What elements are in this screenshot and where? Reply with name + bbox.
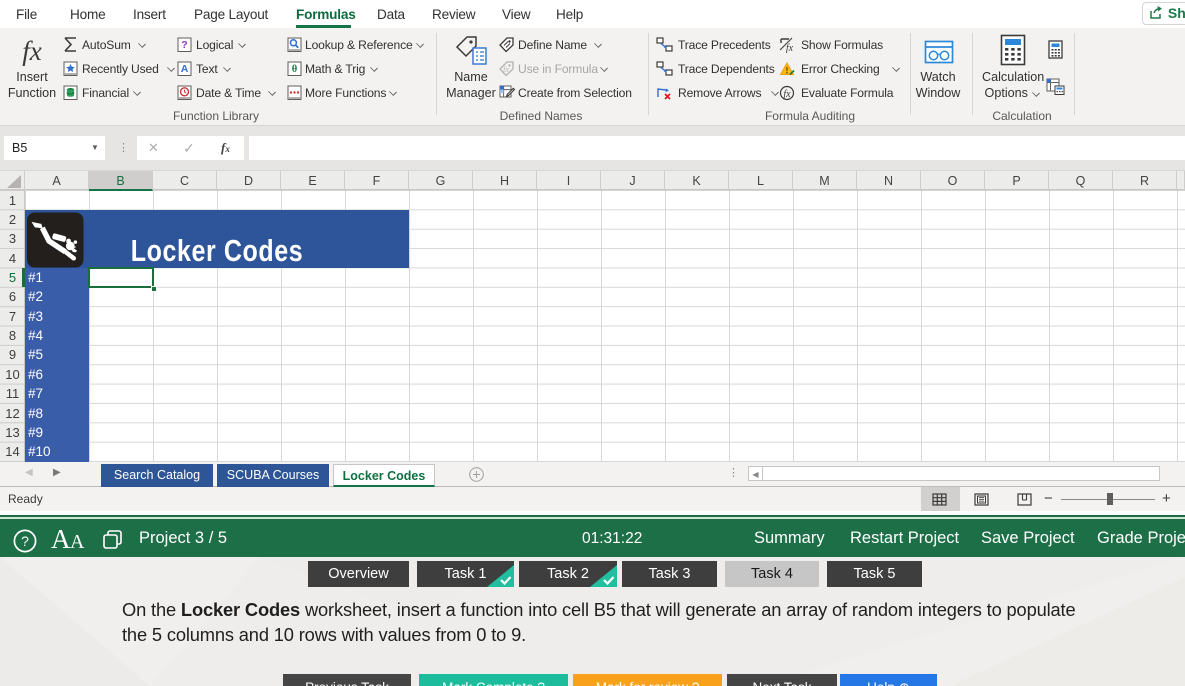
svg-text:A: A bbox=[181, 63, 189, 75]
svg-text:fx: fx bbox=[503, 65, 509, 74]
svg-text:fx: fx bbox=[786, 43, 794, 53]
svg-text:?: ? bbox=[21, 533, 29, 549]
svg-text:?: ? bbox=[181, 39, 187, 51]
svg-text:fx: fx bbox=[783, 89, 791, 100]
svg-text:θ: θ bbox=[292, 64, 298, 75]
